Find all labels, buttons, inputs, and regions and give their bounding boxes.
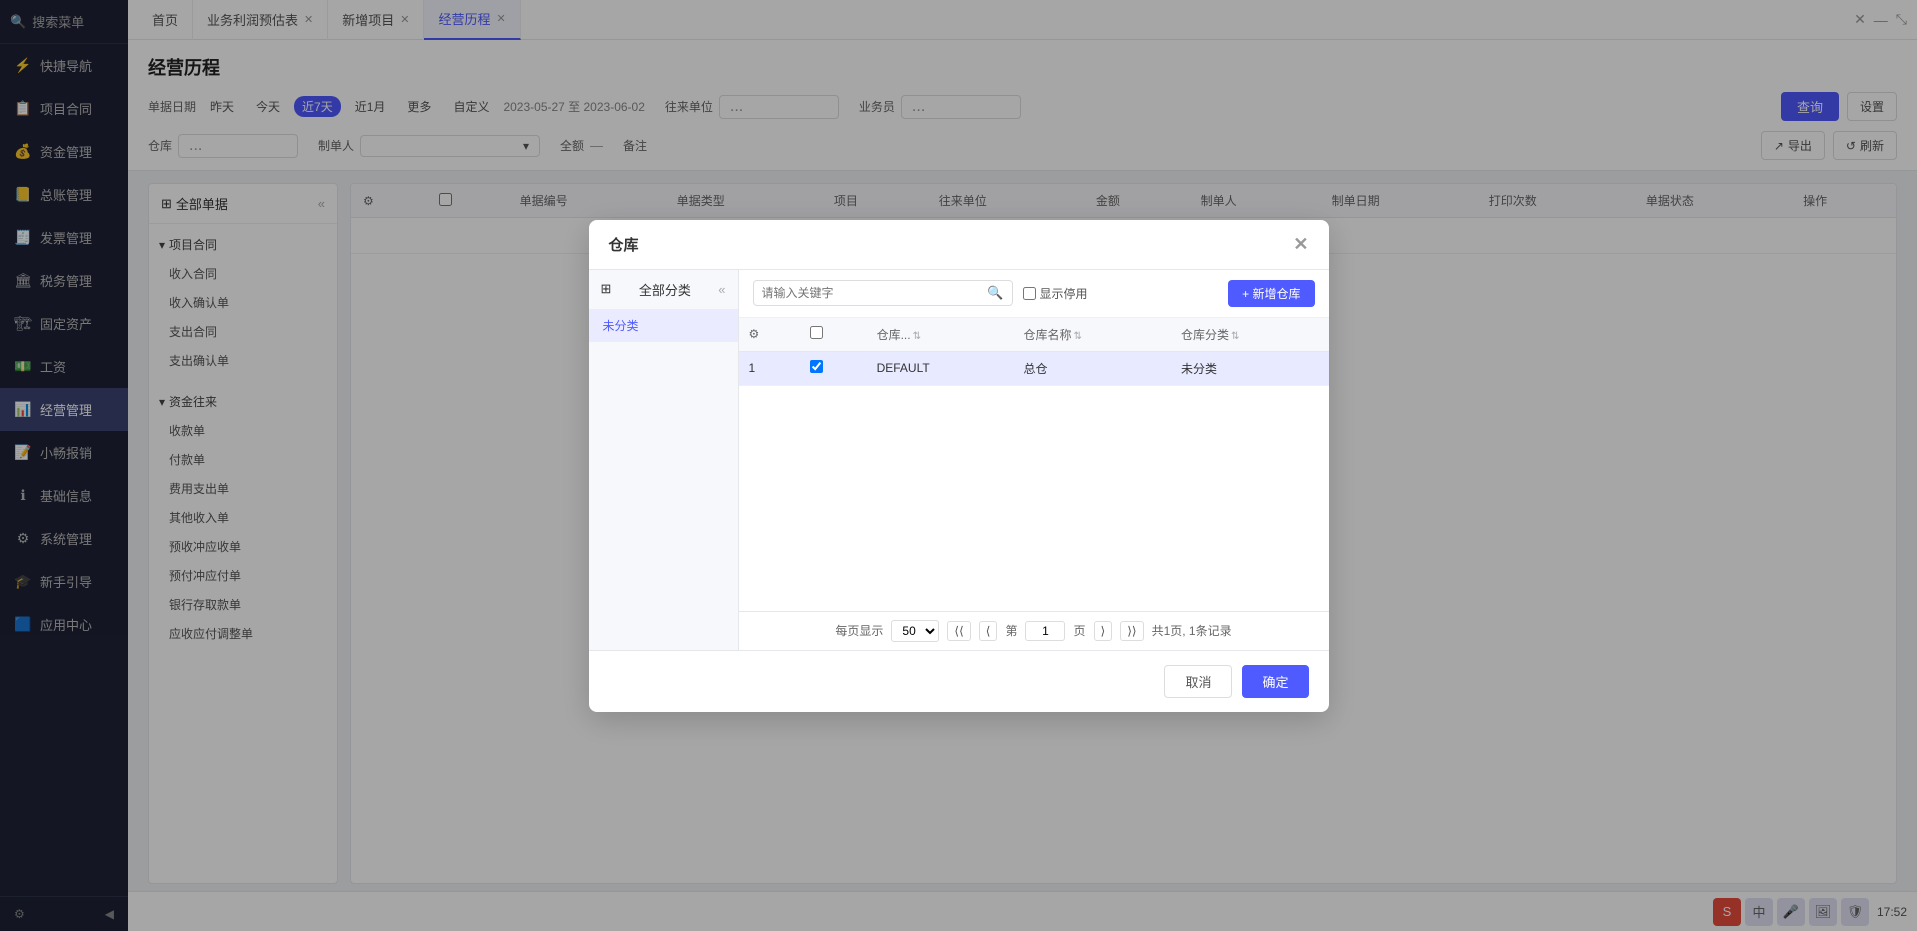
modal-per-page-label: 每页显示: [835, 622, 883, 639]
row-checkbox[interactable]: [800, 351, 866, 385]
modal-col-checkbox[interactable]: [800, 318, 866, 352]
modal-next-page-btn[interactable]: ⟩: [1094, 621, 1113, 641]
modal-warehouse-table: ⚙ 仓库...⇅ 仓库名称⇅ 仓库分类⇅ 1 DEFAULT: [739, 318, 1329, 386]
modal-actions: 取消 确定: [589, 650, 1329, 712]
modal-page-label: 第: [1005, 622, 1017, 639]
modal-overlay: 仓库 ✕ ⊞ 全部分类 « 未分类 🔍: [0, 0, 1917, 931]
modal-per-page-select[interactable]: 50: [891, 620, 939, 642]
modal-first-page-btn[interactable]: ⟨⟨: [947, 621, 970, 641]
modal-col-category[interactable]: 仓库分类⇅: [1171, 318, 1329, 352]
modal-page-input[interactable]: [1025, 621, 1065, 641]
row-code: DEFAULT: [867, 351, 1014, 385]
modal-search-box[interactable]: 🔍: [753, 280, 1013, 306]
modal-last-page-btn[interactable]: ⟩⟩: [1120, 621, 1143, 641]
modal-title: 仓库: [609, 234, 639, 255]
modal-toolbar: 🔍 显示停用 + 新增仓库: [739, 270, 1329, 318]
modal-col-code[interactable]: 仓库...⇅: [867, 318, 1014, 352]
add-warehouse-button[interactable]: + 新增仓库: [1228, 280, 1314, 307]
modal-page-suffix: 页: [1073, 622, 1085, 639]
modal-close-button[interactable]: ✕: [1293, 234, 1308, 255]
modal-confirm-button[interactable]: 确定: [1242, 665, 1308, 698]
modal-left-title: 全部分类: [639, 280, 691, 299]
modal-search-input[interactable]: [762, 286, 984, 300]
modal-left-collapse-icon[interactable]: «: [718, 282, 725, 297]
modal-prev-page-btn[interactable]: ⟨: [979, 621, 998, 641]
modal-header: 仓库 ✕: [589, 220, 1329, 270]
show-disabled-group: 显示停用: [1023, 285, 1088, 302]
show-disabled-label: 显示停用: [1040, 285, 1088, 302]
show-disabled-checkbox[interactable]: [1023, 287, 1036, 300]
table-row[interactable]: 1 DEFAULT 总仓 未分类: [739, 351, 1329, 385]
row-category: 未分类: [1171, 351, 1329, 385]
modal-table-wrap: ⚙ 仓库...⇅ 仓库名称⇅ 仓库分类⇅ 1 DEFAULT: [739, 318, 1329, 611]
row-num: 1: [739, 351, 801, 385]
modal-left-title-icon: ⊞: [601, 281, 612, 297]
modal-cancel-button[interactable]: 取消: [1164, 665, 1232, 698]
modal-right-panel: 🔍 显示停用 + 新增仓库 ⚙: [739, 270, 1329, 650]
modal-col-name[interactable]: 仓库名称⇅: [1013, 318, 1171, 352]
modal-total-label: 共1页, 1条记录: [1152, 622, 1232, 639]
modal-col-settings: ⚙: [739, 318, 801, 352]
row-name: 总仓: [1013, 351, 1171, 385]
modal-left-header: ⊞ 全部分类 «: [589, 270, 738, 309]
warehouse-modal: 仓库 ✕ ⊞ 全部分类 « 未分类 🔍: [589, 220, 1329, 712]
modal-left-panel: ⊞ 全部分类 « 未分类: [589, 270, 739, 650]
modal-left-item-uncategorized[interactable]: 未分类: [589, 309, 738, 342]
modal-footer-bar: 每页显示 50 ⟨⟨ ⟨ 第 页 ⟩ ⟩⟩ 共1页, 1条记录: [739, 611, 1329, 650]
modal-search-icon[interactable]: 🔍: [987, 285, 1003, 301]
modal-body: ⊞ 全部分类 « 未分类 🔍 显示停用: [589, 270, 1329, 650]
